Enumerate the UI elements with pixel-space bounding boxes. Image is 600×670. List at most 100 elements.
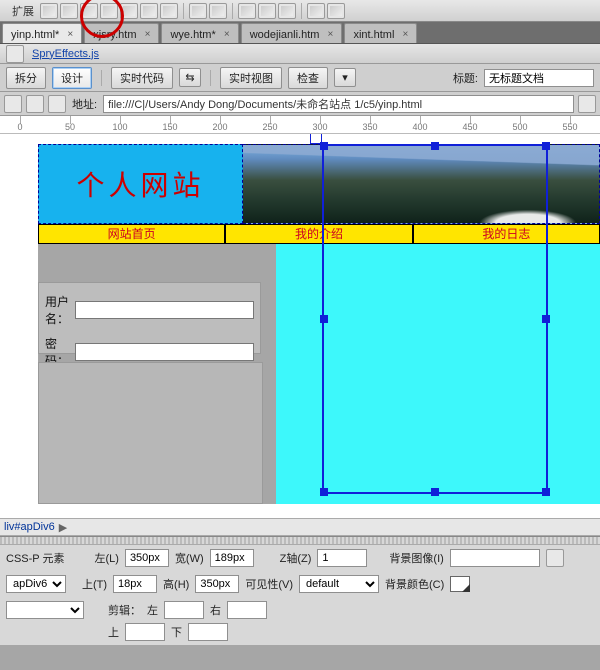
close-icon[interactable]: × bbox=[222, 30, 232, 40]
design-canvas[interactable]: 个人网站 网站首页我的介绍我的日志 用户名： 密 码： bbox=[0, 134, 600, 518]
cssp-label: CSS-P 元素 bbox=[6, 550, 64, 566]
panel-grip[interactable] bbox=[0, 537, 600, 545]
properties-panel: CSS-P 元素 左(L) 宽(W) Z轴(Z) 背景图像(I) apDiv6 … bbox=[0, 536, 600, 645]
toolbar-icon-4[interactable] bbox=[100, 3, 118, 19]
folder-icon[interactable] bbox=[546, 549, 564, 567]
visibility-select[interactable]: default bbox=[299, 575, 379, 593]
toolbar-separator bbox=[301, 3, 302, 19]
document-title-input[interactable] bbox=[484, 69, 594, 87]
resize-handle-tr[interactable] bbox=[542, 142, 550, 150]
resize-handle-tl[interactable] bbox=[320, 142, 328, 150]
ruler-tick-label: 450 bbox=[462, 122, 477, 132]
toolbar-icon-7[interactable] bbox=[160, 3, 178, 19]
inspect-button[interactable]: 检查 bbox=[288, 67, 328, 89]
split-button[interactable]: 拆分 bbox=[6, 67, 46, 89]
toolbar-icon-3[interactable] bbox=[80, 3, 98, 19]
address-label: 地址: bbox=[72, 96, 97, 112]
username-input[interactable] bbox=[75, 301, 254, 319]
bgcolor-label: 背景颜色(C) bbox=[385, 576, 444, 592]
ruler-tick-label: 250 bbox=[262, 122, 277, 132]
close-icon[interactable]: × bbox=[325, 30, 335, 40]
toolbar-icon-13[interactable] bbox=[307, 3, 325, 19]
view-toolbar: 拆分 设计 实时代码 ⇆ 实时视图 检查 ▾ 标题: bbox=[0, 64, 600, 92]
horizontal-ruler: 050100150200250300350400450500550 bbox=[0, 116, 600, 134]
refresh-icon[interactable] bbox=[578, 95, 596, 113]
address-bar: 地址: bbox=[0, 92, 600, 116]
document-tab[interactable]: xint.html × bbox=[344, 23, 417, 43]
source-icon[interactable] bbox=[6, 45, 24, 63]
livecode-button[interactable]: 实时代码 bbox=[111, 67, 173, 89]
toolbar-icon-5[interactable] bbox=[120, 3, 138, 19]
overflow-select[interactable] bbox=[6, 601, 84, 619]
home-icon[interactable] bbox=[48, 95, 66, 113]
toolbar-icon-8[interactable] bbox=[189, 3, 207, 19]
separator bbox=[210, 70, 211, 86]
element-id-select[interactable]: apDiv6 bbox=[6, 575, 66, 593]
clip-left-input[interactable] bbox=[164, 601, 204, 619]
clip-right-label: 右 bbox=[210, 602, 221, 618]
resize-handle-r[interactable] bbox=[542, 315, 550, 323]
clip-right-input[interactable] bbox=[227, 601, 267, 619]
clip-label: 剪辑： bbox=[108, 602, 141, 618]
toolbar-icon-12[interactable] bbox=[278, 3, 296, 19]
resize-handle-t[interactable] bbox=[431, 142, 439, 150]
toolbar-icon-14[interactable] bbox=[327, 3, 345, 19]
document-tab[interactable]: wye.htm*× bbox=[161, 23, 238, 43]
tab-label: xint.html bbox=[353, 29, 394, 41]
left-input[interactable] bbox=[125, 549, 169, 567]
related-files-bar: SpryEffects.js bbox=[0, 44, 600, 64]
site-title-cell[interactable]: 个人网站 bbox=[38, 144, 243, 224]
toolbar-icon-10[interactable] bbox=[238, 3, 256, 19]
width-input[interactable] bbox=[210, 549, 254, 567]
resize-handle-b[interactable] bbox=[431, 488, 439, 496]
tab-label: yinp.html* bbox=[11, 29, 59, 41]
top-toolbar: 扩展 bbox=[0, 0, 600, 22]
address-input[interactable] bbox=[103, 95, 574, 113]
close-icon[interactable]: × bbox=[400, 30, 410, 40]
toolbar-icon-2[interactable] bbox=[60, 3, 78, 19]
liveview-button[interactable]: 实时视图 bbox=[220, 67, 282, 89]
back-icon[interactable] bbox=[4, 95, 22, 113]
login-box: 用户名： 密 码： bbox=[38, 282, 261, 354]
livecode-options-icon[interactable]: ⇆ bbox=[179, 68, 201, 87]
document-tab[interactable]: xjsry.htm× bbox=[84, 23, 159, 43]
clip-bottom-input[interactable] bbox=[188, 623, 228, 641]
top-input[interactable] bbox=[113, 575, 157, 593]
bgcolor-swatch[interactable] bbox=[450, 576, 470, 592]
resize-handle-br[interactable] bbox=[542, 488, 550, 496]
toolbar-icon-6[interactable] bbox=[140, 3, 158, 19]
tab-label: wodejianli.htm bbox=[250, 29, 320, 41]
ruler-tick-label: 500 bbox=[512, 122, 527, 132]
chevron-right-icon: ▶ bbox=[59, 521, 67, 534]
left-label: 左(L) bbox=[94, 550, 118, 566]
toolbar-separator bbox=[232, 3, 233, 19]
nav-cell[interactable]: 网站首页 bbox=[38, 224, 225, 244]
close-icon[interactable]: × bbox=[142, 30, 152, 40]
site-title-text: 个人网站 bbox=[76, 164, 204, 204]
forward-icon[interactable] bbox=[26, 95, 44, 113]
close-icon[interactable]: × bbox=[65, 30, 75, 40]
selected-apdiv[interactable] bbox=[322, 144, 548, 494]
document-tab[interactable]: wodejianli.htm × bbox=[241, 23, 343, 43]
z-input[interactable] bbox=[317, 549, 367, 567]
top-label: 上(T) bbox=[82, 576, 107, 592]
ruler-tick-label: 200 bbox=[212, 122, 227, 132]
height-input[interactable] bbox=[195, 575, 239, 593]
related-file-link[interactable]: SpryEffects.js bbox=[32, 48, 99, 60]
password-input[interactable] bbox=[75, 343, 254, 361]
design-button[interactable]: 设计 bbox=[52, 67, 92, 89]
clip-top-input[interactable] bbox=[125, 623, 165, 641]
tag-path[interactable]: liv#apDiv6 bbox=[4, 521, 55, 533]
toolbar-icon-1[interactable] bbox=[40, 3, 58, 19]
document-tab[interactable]: yinp.html* × bbox=[2, 23, 82, 43]
ruler-tick-label: 350 bbox=[362, 122, 377, 132]
resize-handle-bl[interactable] bbox=[320, 488, 328, 496]
toolbar-icon-11[interactable] bbox=[258, 3, 276, 19]
toolbar-icon-9[interactable] bbox=[209, 3, 227, 19]
username-label: 用户名： bbox=[45, 293, 71, 327]
tag-selector-bar[interactable]: liv#apDiv6 ▶ bbox=[0, 518, 600, 536]
password-label: 密 码： bbox=[45, 335, 71, 369]
bgimage-input[interactable] bbox=[450, 549, 540, 567]
browser-options-icon[interactable]: ▾ bbox=[334, 68, 356, 87]
resize-handle-l[interactable] bbox=[320, 315, 328, 323]
